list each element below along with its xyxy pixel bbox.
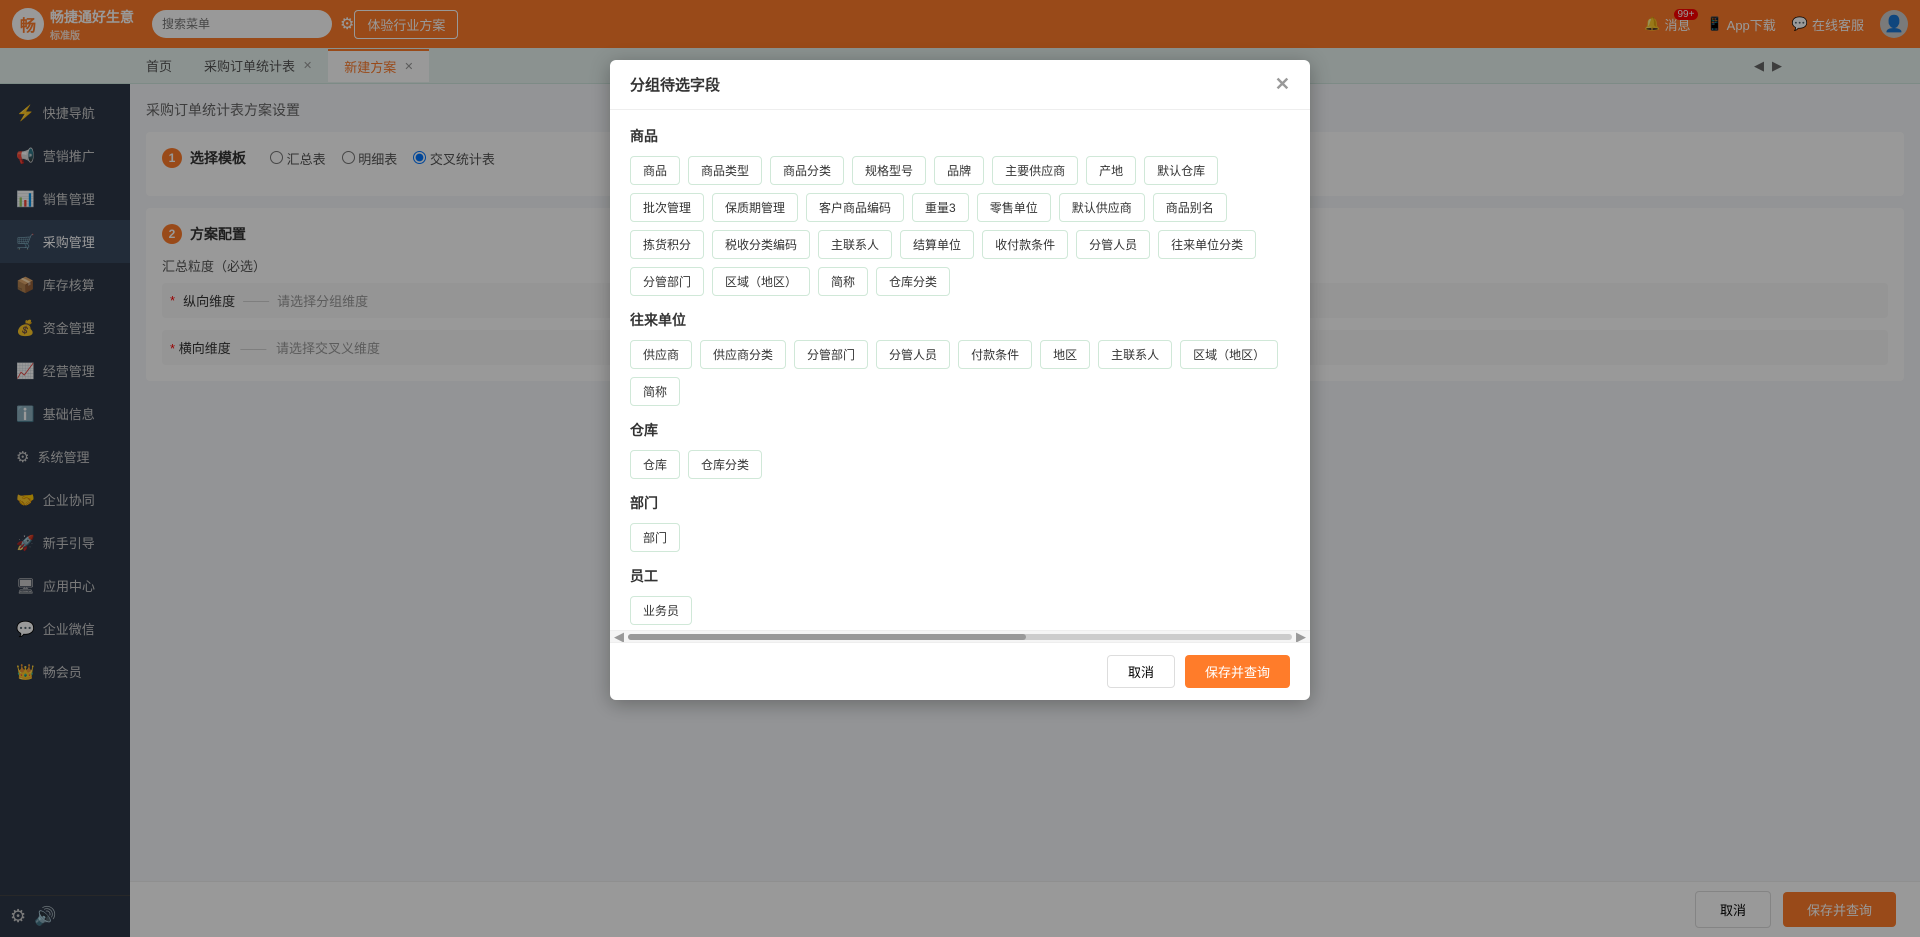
field-tag[interactable]: 分管人员 <box>876 340 950 369</box>
field-tag[interactable]: 简称 <box>630 377 680 406</box>
hscroll-thumb <box>628 634 1026 640</box>
field-tag[interactable]: 分管部门 <box>630 267 704 296</box>
field-tags-员工: 业务员 <box>630 596 1290 625</box>
field-tag[interactable]: 拣货积分 <box>630 230 704 259</box>
field-tag[interactable]: 主联系人 <box>1098 340 1172 369</box>
field-tag[interactable]: 部门 <box>630 523 680 552</box>
field-tag[interactable]: 税收分类编码 <box>712 230 810 259</box>
field-tag[interactable]: 默认供应商 <box>1059 193 1145 222</box>
field-select-modal: 分组待选字段 ✕ 商品商品商品类型商品分类规格型号品牌主要供应商产地默认仓库批次… <box>610 60 1310 700</box>
field-tags-仓库: 仓库仓库分类 <box>630 450 1290 479</box>
field-tags-往来单位: 供应商供应商分类分管部门分管人员付款条件地区主联系人区域（地区） 简称 <box>630 340 1290 406</box>
modal-close-btn[interactable]: ✕ <box>1275 74 1290 95</box>
field-tag[interactable]: 往来单位分类 <box>1158 230 1256 259</box>
field-tag[interactable]: 商品别名 <box>1153 193 1227 222</box>
modal-footer: 取消 保存并查询 <box>610 642 1310 700</box>
field-tag[interactable]: 区域（地区） <box>712 267 810 296</box>
field-tag[interactable]: 批次管理 <box>630 193 704 222</box>
field-tag[interactable]: 结算单位 <box>900 230 974 259</box>
field-tag[interactable]: 商品 <box>630 156 680 185</box>
field-tag[interactable]: 供应商 <box>630 340 692 369</box>
field-tag[interactable]: 商品分类 <box>770 156 844 185</box>
field-tags-商品: 商品商品类型商品分类规格型号品牌主要供应商产地默认仓库批次管理保质期管理客户商品… <box>630 156 1290 296</box>
field-tag[interactable]: 分管部门 <box>794 340 868 369</box>
modal-hscroll: ◀ ▶ <box>610 630 1310 642</box>
field-group-title-员工: 员工 <box>630 566 1290 586</box>
field-tag[interactable]: 零售单位 <box>977 193 1051 222</box>
modal-confirm-btn[interactable]: 保存并查询 <box>1185 655 1290 688</box>
field-tag[interactable]: 收付款条件 <box>982 230 1068 259</box>
modal-title: 分组待选字段 <box>630 74 720 95</box>
field-group-title-往来单位: 往来单位 <box>630 310 1290 330</box>
field-tag[interactable]: 付款条件 <box>958 340 1032 369</box>
field-group-title-部门: 部门 <box>630 493 1290 513</box>
field-tag[interactable]: 区域（地区） <box>1180 340 1278 369</box>
modal-body: 商品商品商品类型商品分类规格型号品牌主要供应商产地默认仓库批次管理保质期管理客户… <box>610 110 1310 630</box>
modal-overlay: 分组待选字段 ✕ 商品商品商品类型商品分类规格型号品牌主要供应商产地默认仓库批次… <box>0 0 1920 937</box>
field-tag[interactable]: 规格型号 <box>852 156 926 185</box>
field-tag[interactable]: 仓库分类 <box>876 267 950 296</box>
field-tag[interactable]: 简称 <box>818 267 868 296</box>
field-tag[interactable]: 分管人员 <box>1076 230 1150 259</box>
field-group-title-仓库: 仓库 <box>630 420 1290 440</box>
field-tag[interactable]: 客户商品编码 <box>806 193 904 222</box>
field-tag[interactable]: 商品类型 <box>688 156 762 185</box>
hscroll-track <box>628 634 1292 640</box>
modal-cancel-btn[interactable]: 取消 <box>1107 655 1175 688</box>
field-tag[interactable]: 仓库 <box>630 450 680 479</box>
field-tag[interactable]: 仓库分类 <box>688 450 762 479</box>
modal-header: 分组待选字段 ✕ <box>610 60 1310 110</box>
field-tag[interactable]: 主要供应商 <box>992 156 1078 185</box>
field-tag[interactable]: 品牌 <box>934 156 984 185</box>
field-tag[interactable]: 主联系人 <box>818 230 892 259</box>
field-tag[interactable]: 重量3 <box>912 193 969 222</box>
field-tags-部门: 部门 <box>630 523 1290 552</box>
field-group-title-商品: 商品 <box>630 126 1290 146</box>
field-tag[interactable]: 业务员 <box>630 596 692 625</box>
field-tag[interactable]: 地区 <box>1040 340 1090 369</box>
field-tag[interactable]: 保质期管理 <box>712 193 798 222</box>
field-tag[interactable]: 供应商分类 <box>700 340 786 369</box>
field-tag[interactable]: 默认仓库 <box>1144 156 1218 185</box>
field-tag[interactable]: 产地 <box>1086 156 1136 185</box>
